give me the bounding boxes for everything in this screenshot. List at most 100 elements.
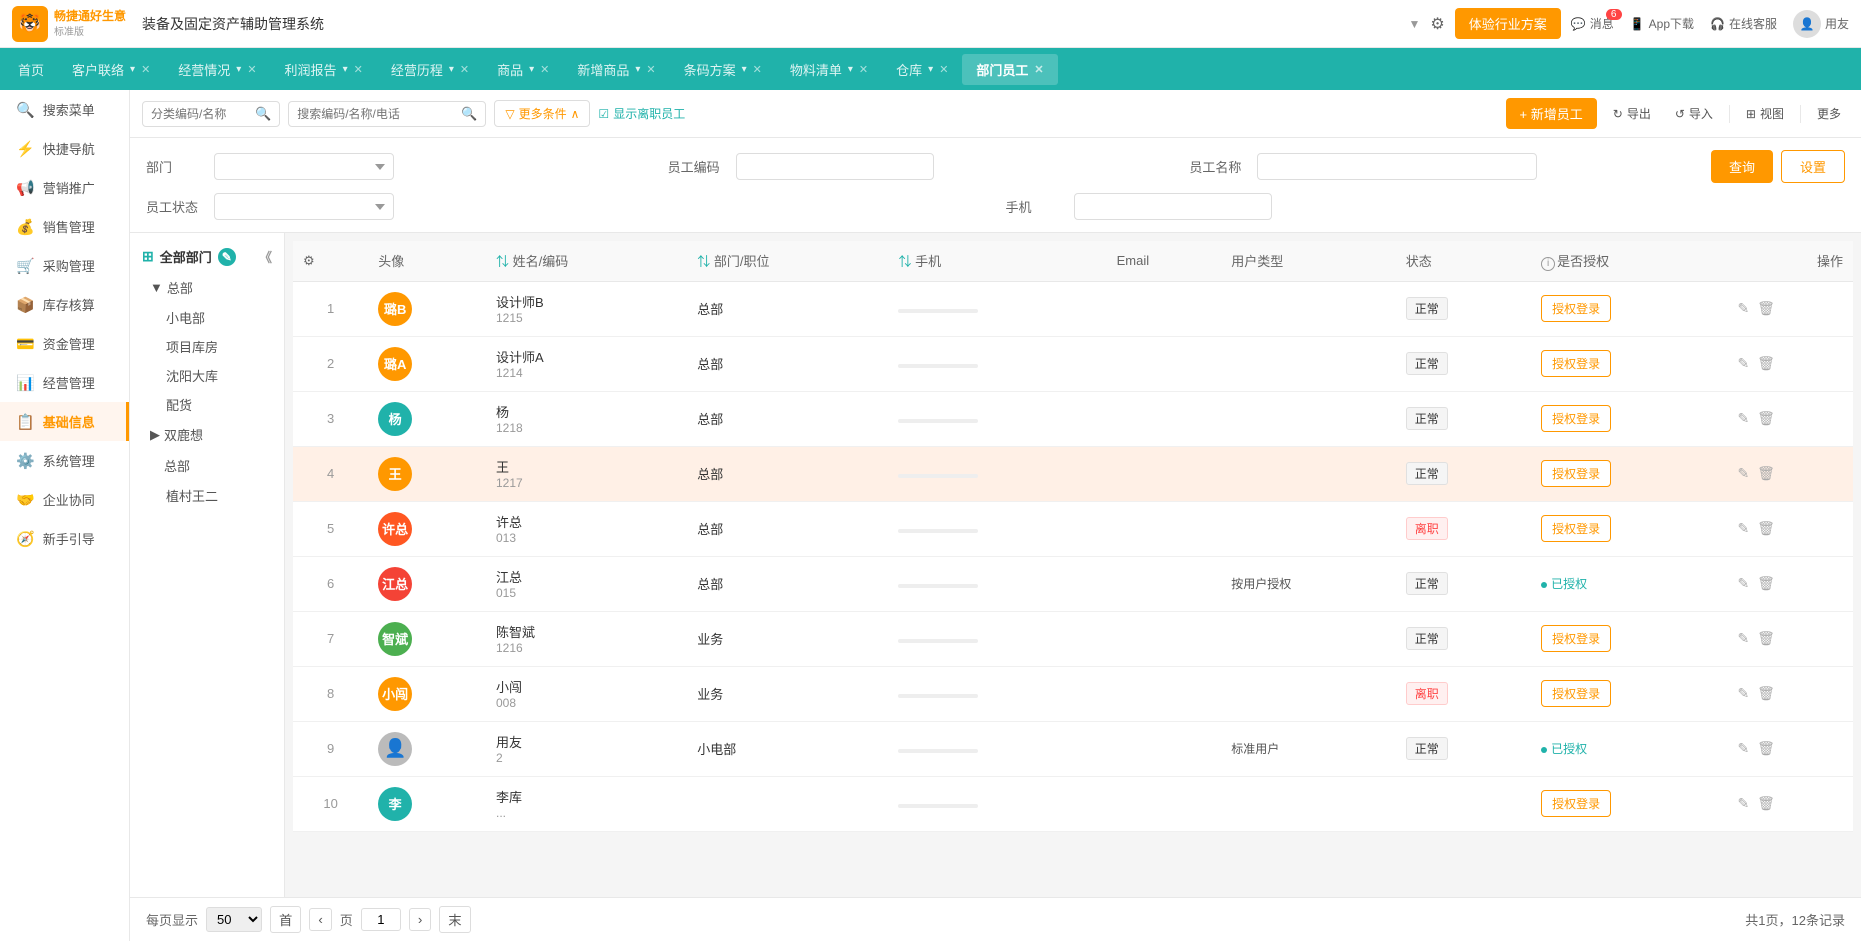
- delete-icon[interactable]: 🗑: [1757, 685, 1775, 702]
- tab-barcode[interactable]: 条码方案▾✕: [670, 54, 776, 85]
- try-btn[interactable]: 体验行业方案: [1455, 8, 1561, 39]
- tab-history[interactable]: 经营历程▾✕: [377, 54, 483, 85]
- sidebar-item-cooperation[interactable]: 🤝 企业协同: [0, 480, 129, 519]
- first-page-btn[interactable]: 首: [270, 906, 301, 933]
- edit-icon[interactable]: ✎: [1737, 685, 1749, 702]
- delete-icon[interactable]: 🗑: [1757, 740, 1775, 757]
- close-icon[interactable]: ✕: [354, 63, 363, 76]
- user-btn[interactable]: 👤 用友: [1793, 10, 1849, 38]
- auth-login-btn[interactable]: 授权登录: [1541, 295, 1611, 322]
- filter-empcode-input[interactable]: [736, 153, 934, 180]
- tab-customer[interactable]: 客户联络▾✕: [58, 54, 164, 85]
- close-icon[interactable]: ✕: [247, 63, 256, 76]
- delete-icon[interactable]: 🗑: [1757, 355, 1775, 372]
- tab-warehouse[interactable]: 仓库▾✕: [882, 54, 962, 85]
- app-download-btn[interactable]: 📱 App下载: [1630, 15, 1694, 32]
- export-btn[interactable]: ↻ 导出: [1605, 100, 1659, 127]
- edit-icon[interactable]: ✎: [1737, 575, 1749, 592]
- more-btn[interactable]: 更多: [1809, 100, 1849, 127]
- dept-item-xiaodian[interactable]: 小电部: [138, 303, 284, 332]
- edit-icon[interactable]: ✎: [1737, 520, 1749, 537]
- edit-icon[interactable]: ✎: [1737, 355, 1749, 372]
- tab-bom[interactable]: 物料清单▾✕: [776, 54, 882, 85]
- more-filter-btn[interactable]: ▽ 更多条件 ∧: [494, 100, 590, 127]
- tab-home[interactable]: 首页: [4, 54, 58, 85]
- close-icon[interactable]: ✕: [753, 63, 762, 76]
- close-icon[interactable]: ✕: [460, 63, 469, 76]
- tab-operation[interactable]: 经营情况▾✕: [164, 54, 270, 85]
- edit-icon[interactable]: ✎: [1737, 300, 1749, 317]
- tab-profit[interactable]: 利润报告▾✕: [271, 54, 377, 85]
- main-search-icon[interactable]: 🔍: [461, 106, 477, 122]
- dept-item-peihuo[interactable]: 配货: [138, 390, 284, 419]
- message-btn[interactable]: 💬 6 消息: [1571, 15, 1614, 32]
- sidebar-item-quick-nav[interactable]: ⚡ 快捷导航: [0, 129, 129, 168]
- delete-icon[interactable]: 🗑: [1757, 795, 1775, 812]
- auth-login-btn[interactable]: 授权登录: [1541, 350, 1611, 377]
- page-size-select[interactable]: 50 100: [206, 907, 262, 932]
- sidebar-item-basic-info[interactable]: 📋 基础信息: [0, 402, 129, 441]
- delete-icon[interactable]: 🗑: [1757, 575, 1775, 592]
- dept-item-zongbu-parent[interactable]: ▼ 总部: [130, 272, 284, 303]
- auth-login-btn[interactable]: 授权登录: [1541, 680, 1611, 707]
- system-dropdown-icon[interactable]: ▼: [1408, 17, 1420, 31]
- delete-icon[interactable]: 🗑: [1757, 300, 1775, 317]
- tab-new-goods[interactable]: 新增商品▾✕: [563, 54, 669, 85]
- col-settings[interactable]: ⚙: [293, 241, 368, 281]
- auth-login-btn[interactable]: 授权登录: [1541, 515, 1611, 542]
- main-search-input[interactable]: [297, 107, 457, 121]
- col-dept[interactable]: ⇅ 部门/职位: [687, 241, 888, 281]
- close-icon[interactable]: ✕: [939, 63, 948, 76]
- auth-login-btn[interactable]: 授权登录: [1541, 405, 1611, 432]
- close-icon[interactable]: ✕: [540, 63, 549, 76]
- tab-dept-employee[interactable]: 部门员工✕: [962, 54, 1057, 85]
- current-page-input[interactable]: [361, 908, 401, 931]
- query-btn[interactable]: 查询: [1711, 150, 1773, 183]
- close-icon[interactable]: ✕: [1034, 63, 1043, 76]
- info-icon[interactable]: i: [1541, 257, 1555, 271]
- sidebar-item-marketing[interactable]: 📢 营销推广: [0, 168, 129, 207]
- sidebar-item-search[interactable]: 🔍 搜索菜单: [0, 90, 129, 129]
- filter-status-select[interactable]: [214, 193, 394, 220]
- sidebar-item-guide[interactable]: 🧭 新手引导: [0, 519, 129, 558]
- close-icon[interactable]: ✕: [646, 63, 655, 76]
- next-page-btn[interactable]: ›: [409, 908, 431, 931]
- sidebar-item-finance[interactable]: 💳 资金管理: [0, 324, 129, 363]
- prev-page-btn[interactable]: ‹: [309, 908, 331, 931]
- close-icon[interactable]: ✕: [141, 63, 150, 76]
- online-service-btn[interactable]: 🎧 在线客服: [1710, 15, 1777, 32]
- close-icon[interactable]: ✕: [859, 63, 868, 76]
- edit-icon[interactable]: ✎: [1737, 630, 1749, 647]
- delete-icon[interactable]: 🗑: [1757, 520, 1775, 537]
- col-phone[interactable]: ⇅ 手机: [888, 241, 1106, 281]
- show-left-btn[interactable]: ☑ 显示离职员工: [598, 105, 685, 122]
- dept-item-shuanglu[interactable]: ▶ 双鹿想: [130, 419, 284, 450]
- sidebar-item-operations[interactable]: 📊 经营管理: [0, 363, 129, 402]
- sidebar-item-system[interactable]: ⚙️ 系统管理: [0, 441, 129, 480]
- edit-icon[interactable]: ✎: [1737, 795, 1749, 812]
- edit-icon[interactable]: ✎: [1737, 740, 1749, 757]
- settings-icon[interactable]: ⚙: [1430, 14, 1444, 34]
- auth-login-btn[interactable]: 授权登录: [1541, 625, 1611, 652]
- set-btn[interactable]: 设置: [1781, 150, 1845, 183]
- sidebar-item-inventory[interactable]: 📦 库存核算: [0, 285, 129, 324]
- auth-login-btn[interactable]: 授权登录: [1541, 460, 1611, 487]
- view-btn[interactable]: ⊞ 视图: [1738, 100, 1792, 127]
- last-page-btn[interactable]: 末: [439, 906, 470, 933]
- delete-icon[interactable]: 🗑: [1757, 410, 1775, 427]
- delete-icon[interactable]: 🗑: [1757, 465, 1775, 482]
- dept-item-zongbu2[interactable]: 总部: [130, 450, 284, 481]
- category-search-input[interactable]: [151, 107, 251, 121]
- tab-goods[interactable]: 商品▾✕: [483, 54, 563, 85]
- edit-icon[interactable]: ✎: [1737, 410, 1749, 427]
- filter-dept-select[interactable]: [214, 153, 394, 180]
- category-search-icon[interactable]: 🔍: [255, 106, 271, 122]
- collapse-tree-icon[interactable]: 《: [259, 247, 272, 266]
- dept-item-zhicun[interactable]: 植村王二: [138, 481, 284, 510]
- add-employee-btn[interactable]: + 新增员工: [1506, 98, 1597, 129]
- filter-empname-input[interactable]: [1257, 153, 1537, 180]
- edit-icon[interactable]: ✎: [1737, 465, 1749, 482]
- sidebar-item-purchase[interactable]: 🛒 采购管理: [0, 246, 129, 285]
- auth-login-btn[interactable]: 授权登录: [1541, 790, 1611, 817]
- import-btn[interactable]: ↺ 导入: [1667, 100, 1721, 127]
